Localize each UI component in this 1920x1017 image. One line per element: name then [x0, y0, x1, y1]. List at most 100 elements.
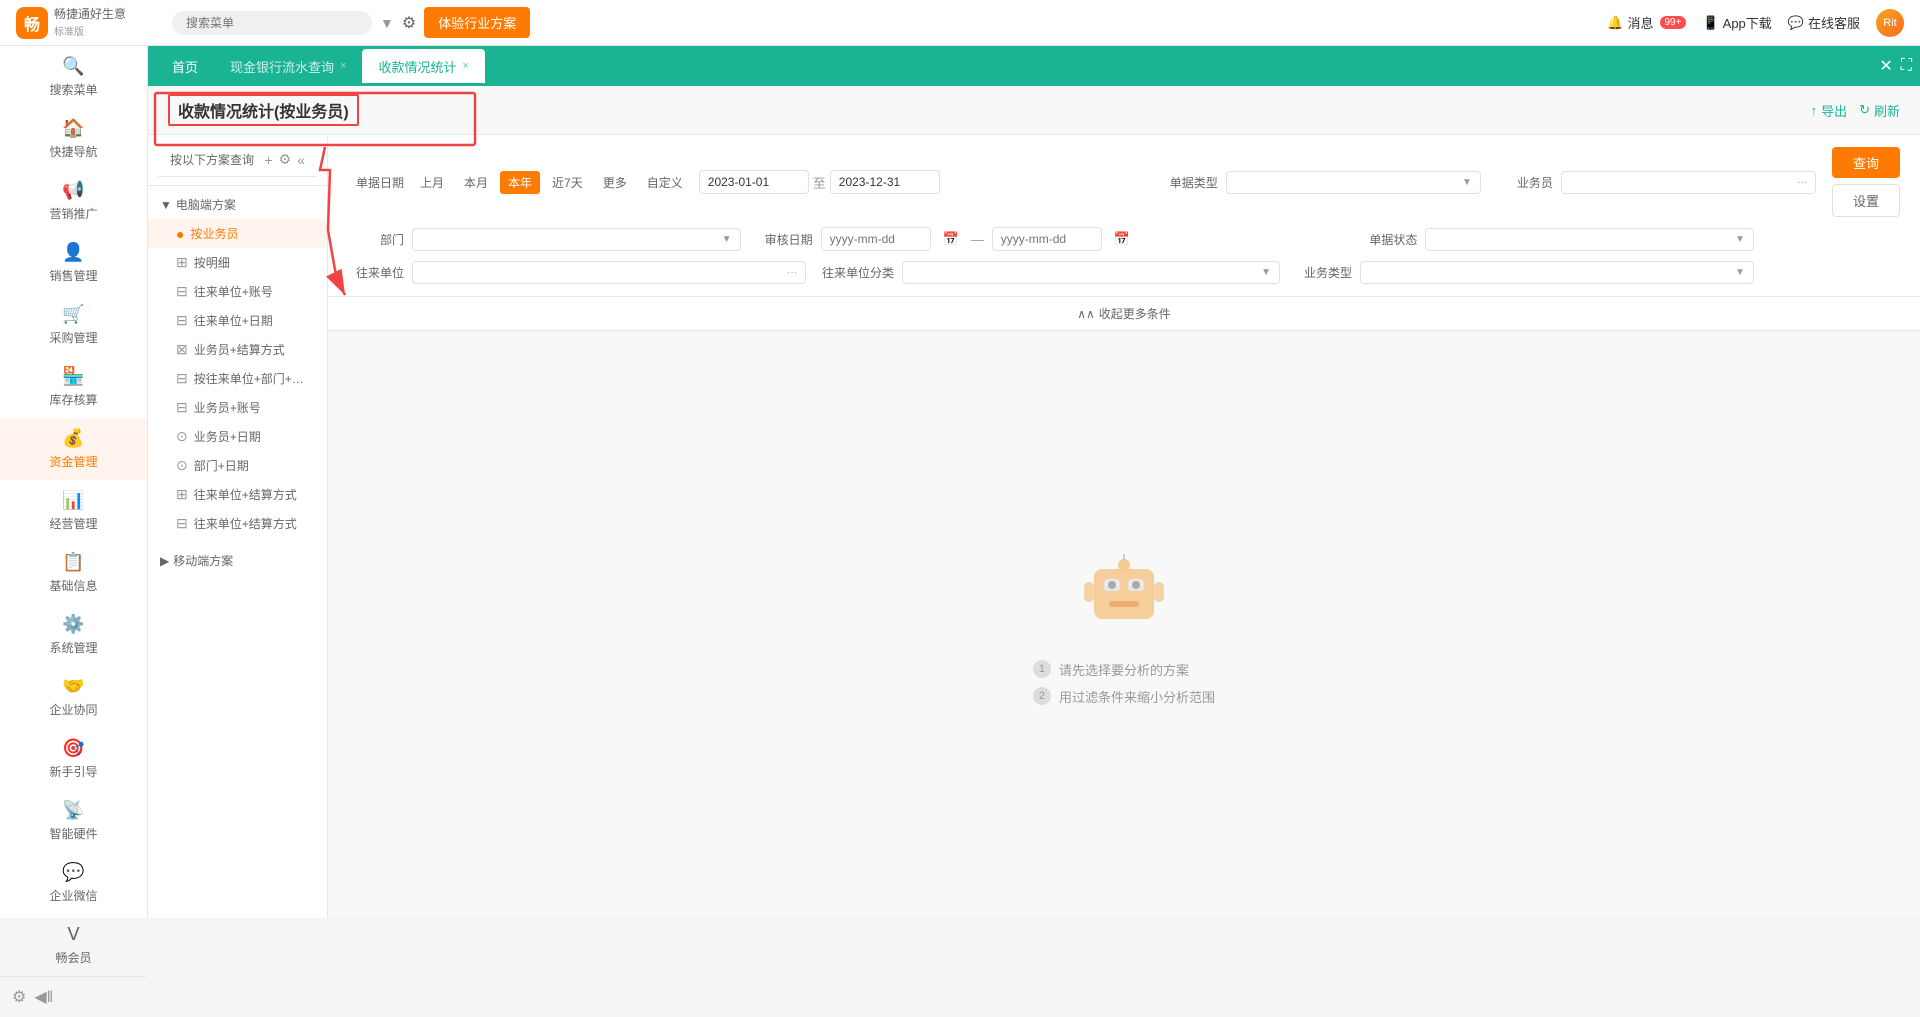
sidebar-item-finance[interactable]: 💰 资金管理 — [0, 418, 147, 480]
scheme-item-5[interactable]: ⊟ 按往来单位+部门+收... — [148, 364, 327, 393]
user-avatar[interactable]: Rit — [1876, 9, 1904, 37]
review-date-to[interactable] — [992, 227, 1102, 251]
scheme-item-10[interactable]: ⊟ 往来单位+结算方式 — [148, 509, 327, 538]
tab-receipt-stats[interactable]: 收款情况统计 × — [362, 49, 484, 83]
scheme-item-9-label: 往来单位+结算方式 — [194, 486, 297, 503]
scheme-item-4[interactable]: ⊠ 业务员+结算方式 — [148, 335, 327, 364]
header-gear-icon[interactable]: ⚙ — [402, 13, 416, 33]
tab-cash-flow-close[interactable]: × — [340, 60, 346, 72]
scheme-item-8[interactable]: ⊙ 部门+日期 — [148, 451, 327, 480]
sidebar-item-search-label: 搜索菜单 — [49, 81, 97, 98]
scheme-group-pc-header[interactable]: ▼ 电脑端方案 — [148, 190, 327, 219]
salesman-label: 业务员 — [1497, 174, 1553, 191]
scheme-item-1[interactable]: ⊞ 按明细 — [148, 248, 327, 277]
scheme-item-2[interactable]: ⊟ 往来单位+账号 — [148, 277, 327, 306]
sidebar-item-inventory[interactable]: 🏪 库存核算 — [0, 356, 147, 418]
chevron-right-icon: ▶ — [160, 554, 169, 568]
date-tab-this-month[interactable]: 本月 — [456, 171, 496, 194]
scheme-group-mobile: ▶ 移动端方案 — [148, 542, 327, 579]
date-tab-last7[interactable]: 近7天 — [544, 171, 591, 194]
scheme-item-6[interactable]: ⊟ 业务员+账号 — [148, 393, 327, 422]
scheme-item-7[interactable]: ⊙ 业务员+日期 — [148, 422, 327, 451]
scheme-item-3[interactable]: ⊟ 往来单位+日期 — [148, 306, 327, 335]
tab-home[interactable]: 首页 — [156, 49, 214, 83]
page-title: 收款情况统计(按业务员) — [168, 94, 359, 126]
scheme-header-label: 按以下方案查询 — [170, 151, 264, 168]
review-date-field: 审核日期 📅 — 📅 — [757, 227, 1346, 251]
date-field: 单据日期 上月 本月 本年 近7天 更多 自定义 至 — [348, 170, 1146, 194]
scheme-item-9[interactable]: ⊞ 往来单位+结算方式 — [148, 480, 327, 509]
settings-btn[interactable]: 设置 — [1832, 184, 1900, 217]
collapse-btn[interactable]: ∧∧ 收起更多条件 — [1077, 305, 1171, 322]
salesman-select[interactable]: ··· — [1561, 171, 1816, 194]
right-panel: 单据日期 上月 本月 本年 近7天 更多 自定义 至 — [328, 135, 1920, 918]
sidebar-item-guide[interactable]: 🎯 新手引导 — [0, 728, 147, 790]
refresh-icon: ↻ — [1859, 102, 1870, 118]
voucher-type-select[interactable]: ▼ — [1226, 171, 1481, 194]
date-tab-this-year[interactable]: 本年 — [500, 171, 540, 194]
window-maximize-btn[interactable]: ⛶ — [1901, 56, 1912, 76]
partner-category-label: 往来单位分类 — [822, 264, 894, 281]
partner-input[interactable]: ··· — [412, 261, 806, 284]
scheme-item-0[interactable]: ● 按业务员 — [148, 219, 327, 248]
download-icon: 📱 — [1702, 15, 1718, 31]
app-download-btn[interactable]: 📱 App下载 — [1702, 13, 1771, 32]
header-right: 🔔 消息 99+ 📱 App下载 💬 在线客服 Rit — [1607, 9, 1904, 37]
tab-cash-flow[interactable]: 现金银行流水查询 × — [214, 49, 362, 83]
export-btn[interactable]: ↑ 导出 — [1811, 101, 1848, 120]
scheme-collapse-btn[interactable]: « — [297, 152, 305, 168]
sidebar-item-wechat[interactable]: 💬 企业微信 — [0, 852, 147, 914]
sidebar-item-operations[interactable]: 📊 经营管理 — [0, 480, 147, 542]
review-date-to-icon: 📅 — [1114, 231, 1130, 247]
date-to-input[interactable] — [830, 170, 940, 194]
sidebar-item-member-label: 畅会员 — [55, 949, 91, 966]
scheme-item-10-icon: ⊟ — [176, 515, 188, 532]
scheme-group-pc-label: 电脑端方案 — [176, 196, 236, 213]
system-icon: ⚙️ — [62, 614, 84, 635]
sidebar-item-hardware[interactable]: 📡 智能硬件 — [0, 790, 147, 852]
sidebar-item-base[interactable]: 📋 基础信息 — [0, 542, 147, 604]
sidebar-item-cooperation[interactable]: 🤝 企业协同 — [0, 666, 147, 728]
biz-type-select[interactable]: ▼ — [1360, 261, 1754, 284]
date-from-input[interactable] — [699, 170, 809, 194]
sidebar-collapse-btn[interactable]: ◀‖ — [34, 987, 53, 1007]
bell-icon: 🔔 — [1607, 15, 1623, 31]
scheme-add-btn[interactable]: + — [264, 152, 272, 168]
sidebar-item-purchase[interactable]: 🛒 采购管理 — [0, 294, 147, 356]
sidebar-item-member[interactable]: Ⅴ 畅会员 — [0, 914, 147, 976]
header-nav: ▼ ⚙ 体验行业方案 — [164, 7, 1607, 38]
voucher-status-label: 单据状态 — [1361, 231, 1417, 248]
header-dropdown-btn[interactable]: ▼ — [380, 15, 394, 31]
date-tab-more[interactable]: 更多 — [595, 171, 635, 194]
scheme-item-8-label: 部门+日期 — [194, 457, 249, 474]
sidebar-item-cooperation-label: 企业协同 — [49, 701, 97, 718]
sidebar-item-system[interactable]: ⚙️ 系统管理 — [0, 604, 147, 666]
review-date-from[interactable] — [821, 227, 931, 251]
sidebar-settings-btn[interactable]: ⚙ — [12, 987, 26, 1007]
scheme-group-mobile-header[interactable]: ▶ 移动端方案 — [148, 546, 327, 575]
header-search-input[interactable] — [172, 11, 372, 35]
salesman-field: 业务员 ··· — [1497, 171, 1816, 194]
date-tab-custom[interactable]: 自定义 — [639, 171, 691, 194]
online-service-btn[interactable]: 💬 在线客服 — [1788, 13, 1860, 32]
dept-field: 部门 ▼ — [348, 228, 741, 251]
sidebar-item-search[interactable]: 🔍 搜索菜单 — [0, 46, 147, 108]
window-close-btn[interactable]: ✕ — [1879, 56, 1892, 76]
trial-btn[interactable]: 体验行业方案 — [424, 7, 530, 38]
scheme-item-1-icon: ⊞ — [176, 254, 188, 271]
hint-num-2: 2 — [1033, 687, 1051, 705]
message-btn[interactable]: 🔔 消息 99+ — [1607, 13, 1686, 32]
refresh-btn[interactable]: ↻ 刷新 — [1859, 101, 1900, 120]
query-btn[interactable]: 查询 — [1832, 147, 1900, 178]
dept-select[interactable]: ▼ — [412, 228, 741, 251]
sidebar-item-quicknav[interactable]: 🏠 快捷导航 — [0, 108, 147, 170]
scheme-item-0-label: 按业务员 — [190, 225, 238, 242]
date-tab-last-month[interactable]: 上月 — [412, 171, 452, 194]
sidebar-item-marketing[interactable]: 📢 营销推广 — [0, 170, 147, 232]
voucher-status-select[interactable]: ▼ — [1425, 228, 1754, 251]
sidebar-item-sales[interactable]: 👤 销售管理 — [0, 232, 147, 294]
tab-receipt-stats-close[interactable]: × — [462, 60, 468, 72]
scheme-item-9-icon: ⊞ — [176, 486, 188, 503]
partner-category-select[interactable]: ▼ — [902, 261, 1280, 284]
scheme-gear-btn[interactable]: ⚙ — [279, 151, 292, 168]
